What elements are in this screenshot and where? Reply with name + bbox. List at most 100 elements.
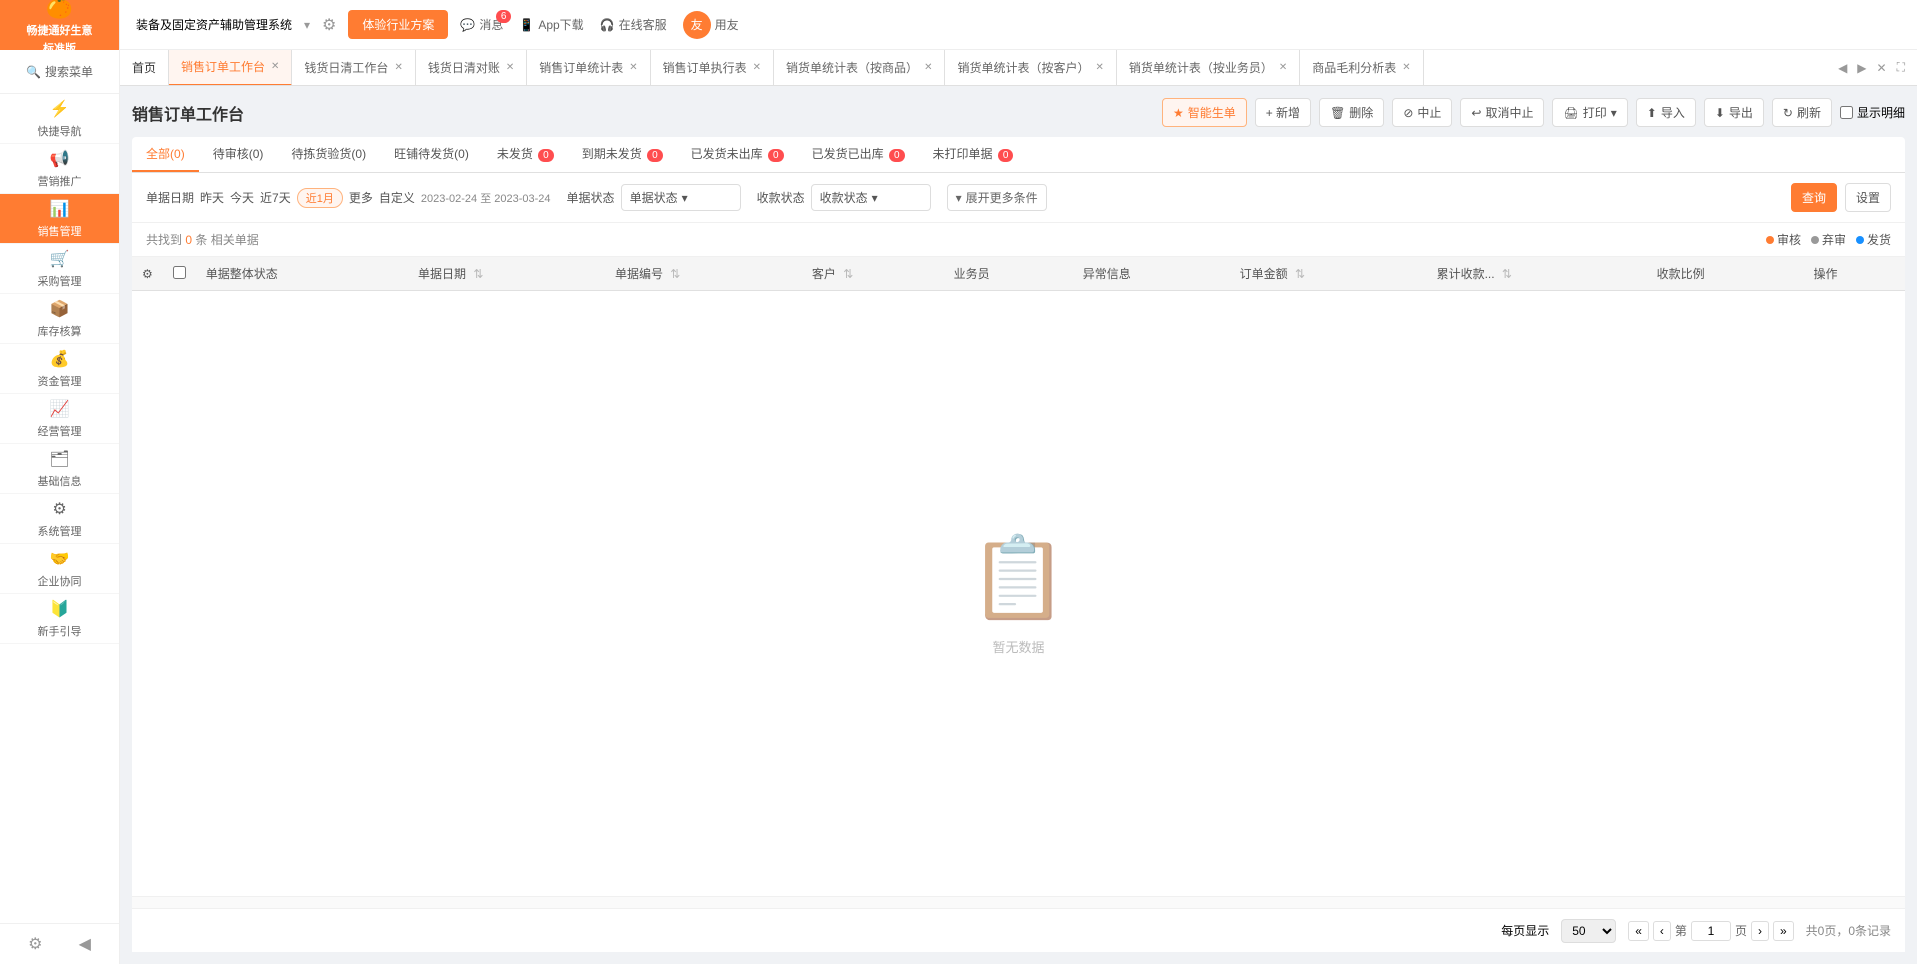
show-detail-checkbox-label[interactable]: 显示明细 [1840,104,1905,121]
amount-sort-icon[interactable]: ⇅ [1295,267,1305,281]
sidebar-item-finance[interactable]: 💰 资金管理 [0,344,119,394]
sub-tab-shipped-not-out[interactable]: 已发货未出库 0 [677,137,798,172]
sub-tabs: 全部(0) 待审核(0) 待拣货验货(0) 旺铺待发货(0) 未发货 0 到期未… [132,137,1905,173]
system-dropdown-icon[interactable]: ▾ [304,18,310,32]
col-settings[interactable]: ⚙ [132,257,163,291]
tab-home[interactable]: 首页 [120,50,169,86]
tab-close-cash-daily[interactable]: ✕ [394,62,402,73]
review-action[interactable]: 审核 [1766,231,1801,248]
next-page-btn[interactable]: › [1751,921,1769,941]
sub-tab-wangpu-pending[interactable]: 旺铺待发货(0) [380,137,483,172]
tabs-prev-icon[interactable]: ◀ [1834,59,1851,77]
sidebar-item-inventory[interactable]: 📦 库存核算 [0,294,119,344]
select-all-checkbox[interactable] [173,266,186,279]
app-download-btn[interactable]: 📱 App下载 [519,16,583,33]
tab-close-sales-by-customer[interactable]: ✕ [1095,62,1103,73]
first-page-btn[interactable]: « [1628,921,1649,941]
inventory-label: 库存核算 [38,323,82,339]
date-sort-icon[interactable]: ⇅ [473,267,483,281]
date-opt-today[interactable]: 今天 [230,189,254,206]
sidebar-item-system[interactable]: ⚙ 系统管理 [0,494,119,544]
tab-cash-reconcile[interactable]: 钱货日清对账 ✕ [416,50,527,86]
sub-tab-not-shipped[interactable]: 未发货 0 [483,137,568,172]
tab-close-sales-stats[interactable]: ✕ [629,62,637,73]
settings-gear-icon[interactable]: ⚙ [28,934,42,954]
add-button[interactable]: + 新增 [1255,98,1311,127]
query-button[interactable]: 查询 [1791,183,1837,212]
sidebar-item-operations[interactable]: 📈 经营管理 [0,394,119,444]
tab-close-cash-reconcile[interactable]: ✕ [506,62,514,73]
sidebar-item-quick-nav[interactable]: ⚡ 快捷导航 [0,94,119,144]
sub-tab-overdue-not-shipped[interactable]: 到期未发货 0 [568,137,677,172]
enterprise-label: 企业协同 [38,573,82,589]
date-opt-more[interactable]: 更多 [349,189,373,206]
tabs-controls: ◀ ▶ ✕ ⛶ [1826,58,1917,77]
sidebar-item-base-info[interactable]: 🗂 基础信息 [0,444,119,494]
expand-filter-btn[interactable]: ▾ 展开更多条件 [947,184,1047,211]
tab-close-sales-exec[interactable]: ✕ [753,62,761,73]
date-opt-yesterday[interactable]: 昨天 [200,189,224,206]
filter-settings-button[interactable]: 设置 [1845,183,1891,212]
delete-button[interactable]: 🗑 删除 [1319,98,1384,127]
online-service-btn[interactable]: 🎧 在线客服 [600,16,667,33]
suspend-button[interactable]: ⊘ 中止 [1392,98,1452,127]
export-button[interactable]: ⬇ 导出 [1704,98,1764,127]
user-avatar-btn[interactable]: 友 用友 [683,11,739,39]
sub-tab-all[interactable]: 全部(0) [132,137,199,172]
tab-close-gross-margin[interactable]: ✕ [1402,62,1410,73]
message-btn[interactable]: 💬 消息 6 [460,16,503,33]
refresh-button[interactable]: ↻ 刷新 [1772,98,1832,127]
date-opt-1month[interactable]: 近1月 [297,188,343,208]
industry-btn[interactable]: 体验行业方案 [348,10,448,39]
cancel-suspend-button[interactable]: ↩ 取消中止 [1460,98,1544,127]
tab-close-sales-by-staff[interactable]: ✕ [1279,62,1287,73]
username: 用友 [715,16,739,33]
number-sort-icon[interactable]: ⇅ [670,267,680,281]
last-page-btn[interactable]: » [1773,921,1794,941]
page-size-select[interactable]: 50 100 [1561,919,1616,943]
sub-tab-pending-review[interactable]: 待审核(0) [199,137,278,172]
sub-tab-shipped-out[interactable]: 已发货已出库 0 [798,137,919,172]
tab-sales-by-customer[interactable]: 销货单统计表（按客户） ✕ [945,50,1116,86]
expand-filter-icon: ▾ [956,191,962,205]
cancel-review-action[interactable]: 弃审 [1811,231,1846,248]
collapse-icon[interactable]: ◀ [79,934,91,954]
ship-action[interactable]: 发货 [1856,231,1891,248]
horizontal-scrollbar[interactable] [132,896,1905,908]
page-input[interactable] [1691,921,1731,941]
prev-page-btn[interactable]: ‹ [1653,921,1671,941]
sidebar-item-guide[interactable]: 🔰 新手引导 [0,594,119,644]
print-button[interactable]: 🖨 打印 ▾ [1552,98,1627,127]
tabs-close-all-icon[interactable]: ✕ [1873,59,1891,77]
page-size-label: 每页显示 [1501,922,1549,939]
status-select[interactable]: 单据状态 ▾ [621,184,741,211]
topbar-gear-icon[interactable]: ⚙ [322,15,336,35]
smart-gen-button[interactable]: ★ 智能生单 [1162,98,1247,127]
tab-sales-workbench[interactable]: 销售订单工作台 ✕ [169,50,292,86]
tabs-next-icon[interactable]: ▶ [1853,59,1870,77]
tab-sales-exec[interactable]: 销售订单执行表 ✕ [651,50,774,86]
show-detail-checkbox[interactable] [1840,106,1853,119]
tab-sales-stats[interactable]: 销售订单统计表 ✕ [527,50,650,86]
col-checkbox [163,257,196,291]
sidebar-item-purchase[interactable]: 🛒 采购管理 [0,244,119,294]
date-opt-custom[interactable]: 自定义 [379,189,415,206]
tab-gross-margin[interactable]: 商品毛利分析表 ✕ [1300,50,1423,86]
tab-sales-by-staff[interactable]: 销货单统计表（按业务员） ✕ [1117,50,1300,86]
customer-sort-icon[interactable]: ⇅ [843,267,853,281]
import-button[interactable]: ⬆ 导入 [1636,98,1696,127]
payment-select[interactable]: 收款状态 ▾ [811,184,931,211]
sub-tab-not-printed[interactable]: 未打印单据 0 [919,137,1028,172]
date-opt-7days[interactable]: 近7天 [260,189,291,206]
sidebar-item-sales[interactable]: 📊 销售管理 [0,194,119,244]
sidebar-item-marketing[interactable]: 📢 营销推广 [0,144,119,194]
tab-close-sales-by-product[interactable]: ✕ [924,62,932,73]
collected-sort-icon[interactable]: ⇅ [1502,267,1512,281]
tab-sales-by-product[interactable]: 销货单统计表（按商品） ✕ [774,50,945,86]
sidebar-search[interactable]: 🔍 搜索菜单 [0,50,119,94]
tab-cash-daily[interactable]: 钱货日清工作台 ✕ [292,50,415,86]
tabs-expand-icon[interactable]: ⛶ [1893,58,1909,77]
sidebar-item-enterprise[interactable]: 🤝 企业协同 [0,544,119,594]
tab-close-sales-workbench[interactable]: ✕ [271,61,279,72]
sub-tab-pending-check[interactable]: 待拣货验货(0) [277,137,380,172]
